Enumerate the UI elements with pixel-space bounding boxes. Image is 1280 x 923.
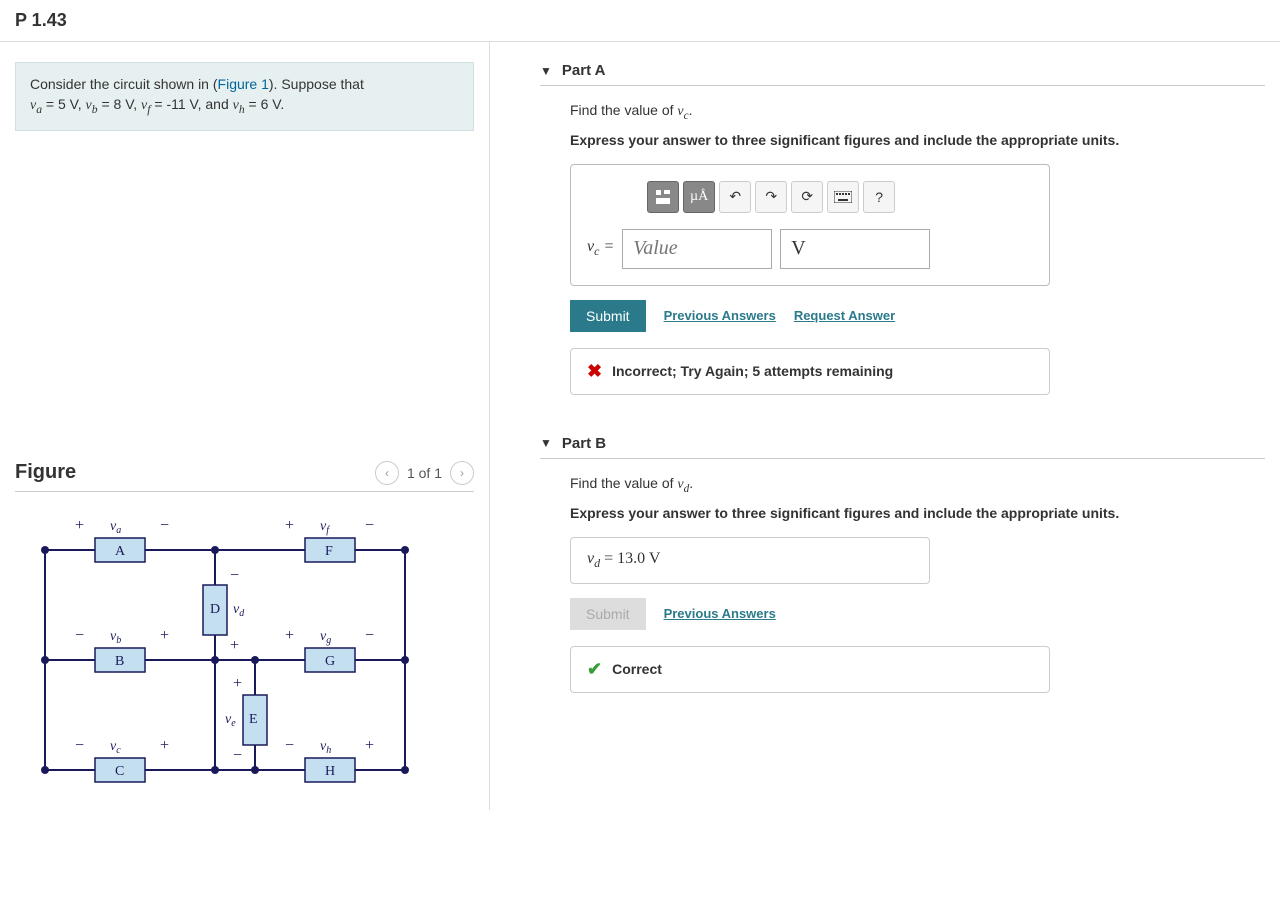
part-b-period: . [689,475,693,491]
svg-text:+: + [285,517,294,534]
undo-button[interactable]: ↶ [719,181,751,213]
page-title: P 1.43 [0,0,1280,42]
var-label: vc = [587,238,614,259]
part-b-header[interactable]: ▼ Part B [540,435,1265,459]
keyboard-button[interactable] [827,181,859,213]
svg-text:vh: vh [320,739,331,756]
svg-text:−: − [230,567,239,584]
part-b-answer: vd = 13.0 V [570,537,930,584]
svg-text:−: − [75,627,84,644]
part-b-submit-row: Submit Previous Answers [570,598,1265,630]
svg-text:+: + [160,737,169,754]
part-b-find: Find the value of vd. [570,475,1265,495]
part-a-period: . [689,102,693,118]
figure-header: Figure ‹ 1 of 1 › [15,461,474,492]
svg-text:+: + [233,675,242,692]
part-a-body: Find the value of vc. Express your answe… [540,102,1265,395]
value-row: vc = [587,229,1033,269]
unit-input[interactable] [780,229,930,269]
caret-down-icon: ▼ [540,436,552,450]
caret-down-icon: ▼ [540,64,552,78]
svg-text:+: + [75,517,84,534]
template-icon[interactable] [647,181,679,213]
svg-text:−: − [365,517,374,534]
svg-text:vf: vf [320,519,330,536]
svg-text:−: − [160,517,169,534]
incorrect-icon: ✖ [587,361,602,382]
figure-counter: 1 of 1 [407,465,442,481]
part-b-body: Find the value of vd. Express your answe… [540,475,1265,693]
part-a-find-prefix: Find the value of [570,102,677,118]
svg-text:ve: ve [225,712,236,729]
submit-button[interactable]: Submit [570,300,646,332]
answer-toolbar: µÅ ↶ ↷ ⟳ ? [587,181,1033,213]
svg-text:−: − [233,747,242,764]
part-a-feedback: ✖ Incorrect; Try Again; 5 attempts remai… [570,348,1050,395]
figure-nav: ‹ 1 of 1 › [375,461,474,485]
symbols-button[interactable]: µÅ [683,181,715,213]
correct-icon: ✔ [587,659,602,680]
part-a-express: Express your answer to three significant… [570,132,1265,148]
part-a-section: ▼ Part A Find the value of vc. Express y… [540,62,1265,395]
part-a-submit-row: Submit Previous Answers Request Answer [570,300,1265,332]
part-b-feedback: ✔ Correct [570,646,1050,693]
problem-intro-after: ). Suppose that [269,76,364,92]
svg-text:E: E [249,712,258,727]
svg-text:va: va [110,519,121,536]
part-a-header[interactable]: ▼ Part A [540,62,1265,86]
value-input[interactable] [622,229,772,269]
part-a-find: Find the value of vc. [570,102,1265,122]
circuit-diagram: .wire { stroke:#1a1a5a; stroke-width:2; … [15,510,435,790]
request-answer-link[interactable]: Request Answer [794,308,895,323]
figure-next-button[interactable]: › [450,461,474,485]
svg-text:A: A [115,544,126,559]
submit-button-disabled: Submit [570,598,646,630]
svg-text:+: + [230,637,239,654]
part-b-find-prefix: Find the value of [570,475,677,491]
right-panel: ▼ Part A Find the value of vc. Express y… [490,42,1280,810]
svg-text:−: − [285,737,294,754]
svg-text:−: − [75,737,84,754]
svg-text:F: F [325,544,333,559]
svg-text:+: + [160,627,169,644]
main-container: Consider the circuit shown in (Figure 1)… [0,42,1280,810]
svg-text:vb: vb [110,629,121,646]
svg-text:C: C [115,764,124,779]
svg-text:G: G [325,654,335,669]
left-panel: Consider the circuit shown in (Figure 1)… [0,42,490,810]
figure-link[interactable]: Figure 1 [218,76,269,92]
svg-text:H: H [325,764,335,779]
svg-text:+: + [365,737,374,754]
figure-title: Figure [15,461,76,484]
svg-text:D: D [210,602,220,617]
feedback-text: Correct [612,661,662,677]
svg-text:vc: vc [110,739,121,756]
svg-text:B: B [115,654,124,669]
part-b-title: Part B [562,435,606,452]
feedback-text: Incorrect; Try Again; 5 attempts remaini… [612,363,893,379]
reset-button[interactable]: ⟳ [791,181,823,213]
part-b-express: Express your answer to three significant… [570,505,1265,521]
figure-prev-button[interactable]: ‹ [375,461,399,485]
problem-values: va = 5 V, vb = 8 V, vf = -11 V, and vh =… [30,96,284,112]
part-a-title: Part A [562,62,606,79]
redo-button[interactable]: ↷ [755,181,787,213]
previous-answers-link[interactable]: Previous Answers [664,606,776,621]
part-a-answer-box: µÅ ↶ ↷ ⟳ ? vc = [570,164,1050,286]
svg-text:vg: vg [320,629,331,646]
svg-text:−: − [365,627,374,644]
help-button[interactable]: ? [863,181,895,213]
previous-answers-link[interactable]: Previous Answers [664,308,776,323]
problem-intro: Consider the circuit shown in ( [30,76,218,92]
part-b-section: ▼ Part B Find the value of vd. Express y… [540,435,1265,693]
svg-text:+: + [285,627,294,644]
svg-text:vd: vd [233,602,245,619]
problem-statement: Consider the circuit shown in (Figure 1)… [15,62,474,131]
